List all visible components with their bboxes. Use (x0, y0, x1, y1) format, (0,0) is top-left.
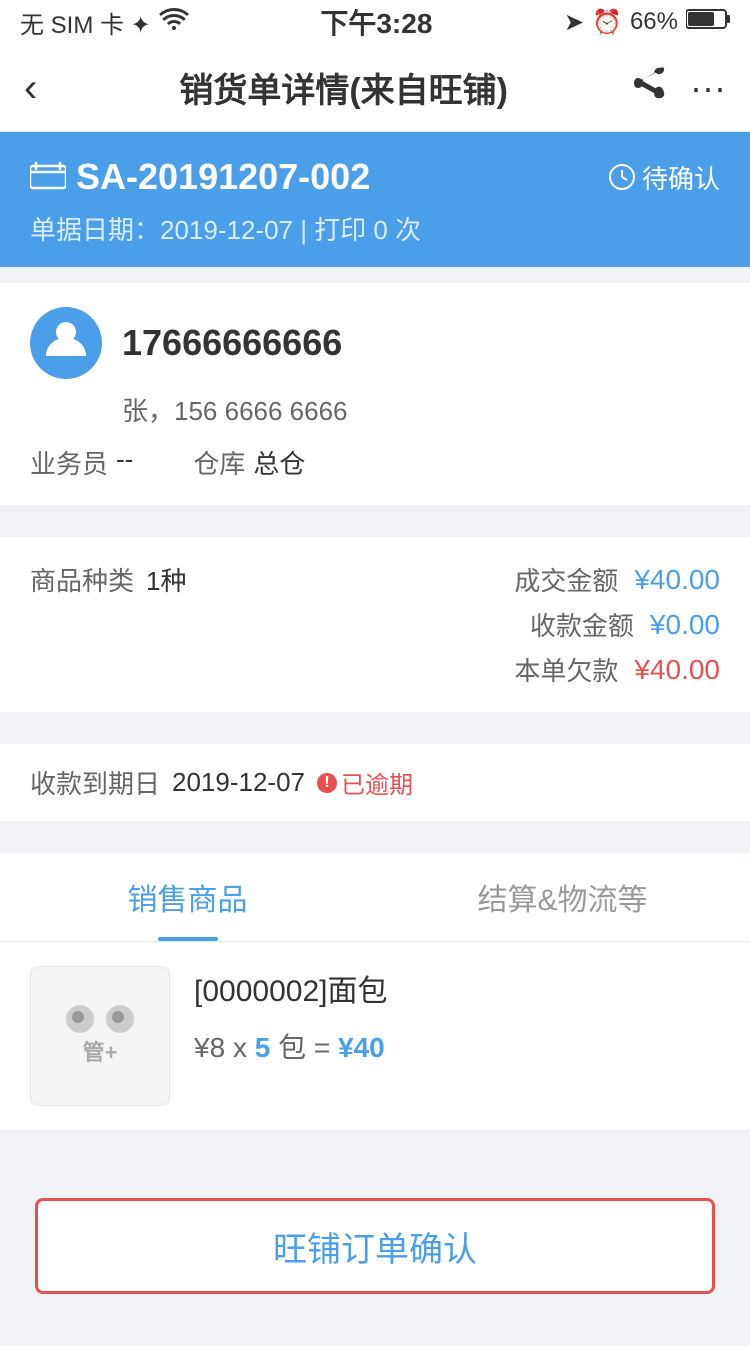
salesperson-label: 业务员 (30, 444, 108, 481)
product-name: [0000002]面包 (194, 966, 720, 1010)
summary-right: 成交金额 ¥40.00 收款金额 ¥0.00 本单欠款 ¥40.00 (514, 561, 720, 688)
salesperson-item: 业务员 -- (30, 444, 133, 481)
warehouse-item: 仓库 总仓 (193, 444, 305, 481)
product-logo: 管+ (66, 1005, 134, 1067)
summary-section: 商品种类 1种 成交金额 ¥40.00 收款金额 ¥0.00 本单欠款 ¥40.… (0, 537, 750, 712)
due-label: 收款到期日 (30, 764, 160, 801)
summary-left: 商品种类 1种 (30, 561, 186, 598)
order-id: SA-20191207-002 (30, 156, 370, 198)
alarm-icon: ⏰ (592, 8, 622, 37)
product-thumbnail: 管+ (30, 966, 170, 1106)
more-icon[interactable]: ··· (690, 67, 726, 109)
order-header-top: SA-20191207-002 待确认 (30, 156, 720, 198)
owl-text: 管+ (83, 1035, 118, 1067)
divider-1 (0, 267, 750, 283)
owl-eye-left (66, 1005, 94, 1033)
transaction-amount: ¥40.00 (634, 564, 720, 596)
due-date-value: 2019-12-07 (172, 767, 305, 798)
overdue-badge: ! 已逾期 (317, 765, 413, 800)
tabs: 销售商品 结算&物流等 (0, 853, 750, 942)
avatar (30, 307, 102, 379)
nav-actions: ··· (634, 65, 726, 110)
overdue-label: 已逾期 (341, 765, 413, 800)
customer-row: 17666666666 (30, 307, 720, 379)
battery-icon (686, 8, 730, 37)
status-left: 无 SIM 卡 ✦ (20, 5, 189, 40)
received-amount: ¥0.00 (650, 609, 720, 641)
unit: 包 (278, 1032, 306, 1063)
owed-row: 本单欠款 ¥40.00 (514, 651, 720, 688)
overdue-icon: ! (317, 773, 337, 793)
received-row: 收款金额 ¥0.00 (530, 606, 720, 643)
tab-settlement-label: 结算&物流等 (477, 875, 647, 919)
tab-products[interactable]: 销售商品 (0, 853, 375, 941)
quantity: 5 (255, 1032, 271, 1063)
nav-bar: ‹ 销货单详情(来自旺铺) ··· (0, 44, 750, 132)
owed-label: 本单欠款 (514, 651, 618, 688)
received-label: 收款金额 (530, 606, 634, 643)
product-item: 管+ [0000002]面包 ¥8 x 5 包 = ¥40 (0, 942, 750, 1130)
wifi-icon (159, 8, 189, 37)
due-section: 收款到期日 2019-12-07 ! 已逾期 (0, 744, 750, 821)
total-price: ¥40 (338, 1032, 385, 1063)
product-count: 1种 (146, 561, 186, 598)
customer-meta: 业务员 -- 仓库 总仓 (30, 444, 720, 481)
transaction-label: 成交金额 (514, 561, 618, 598)
tab-settlement[interactable]: 结算&物流等 (375, 853, 750, 941)
owed-amount: ¥40.00 (634, 654, 720, 686)
equals: = (314, 1032, 338, 1063)
divider-4 (0, 837, 750, 853)
products-section: 管+ [0000002]面包 ¥8 x 5 包 = ¥40 (0, 942, 750, 1130)
confirm-button[interactable]: 旺铺订单确认 (35, 1198, 715, 1294)
back-button[interactable]: ‹ (24, 68, 37, 108)
divider-3 (0, 728, 750, 744)
status-time: 下午3:28 (320, 2, 432, 42)
owl-eyes (66, 1005, 134, 1033)
page-title: 销货单详情(来自旺铺) (53, 63, 634, 112)
battery-status: 66% (630, 8, 678, 36)
warehouse-value: 总仓 (253, 444, 305, 481)
avatar-icon (44, 316, 88, 370)
product-info: [0000002]面包 ¥8 x 5 包 = ¥40 (194, 966, 720, 1066)
owl-eye-right (106, 1005, 134, 1033)
product-price: ¥8 x 5 包 = ¥40 (194, 1026, 720, 1066)
price-separator: x (233, 1032, 255, 1063)
status-bar: 无 SIM 卡 ✦ 下午3:28 ➤ ⏰ 66% (0, 0, 750, 44)
sim-status: 无 SIM 卡 ✦ (20, 5, 151, 40)
salesperson-value: -- (116, 444, 133, 481)
confirm-btn-container: 旺铺订单确认 (35, 1198, 715, 1294)
order-header: SA-20191207-002 待确认 单据日期：2019-12-07 | 打印… (0, 132, 750, 267)
share-icon[interactable] (634, 65, 670, 110)
divider-2 (0, 521, 750, 537)
warehouse-label: 仓库 (193, 444, 245, 481)
customer-section: 17666666666 张，156 6666 6666 业务员 -- 仓库 总仓 (0, 283, 750, 505)
unit-price: ¥8 (194, 1032, 225, 1063)
customer-phone: 17666666666 (122, 322, 342, 364)
transaction-row: 成交金额 ¥40.00 (514, 561, 720, 598)
tab-products-label: 销售商品 (128, 875, 248, 919)
customer-name: 张，156 6666 6666 (30, 391, 720, 428)
location-icon: ➤ (564, 8, 584, 37)
order-status: 待确认 (608, 159, 720, 196)
order-date: 单据日期：2019-12-07 | 打印 0 次 (30, 210, 720, 247)
summary-row: 商品种类 1种 成交金额 ¥40.00 收款金额 ¥0.00 本单欠款 ¥40.… (30, 561, 720, 688)
product-type-label: 商品种类 (30, 561, 134, 598)
status-right: ➤ ⏰ 66% (564, 8, 730, 37)
